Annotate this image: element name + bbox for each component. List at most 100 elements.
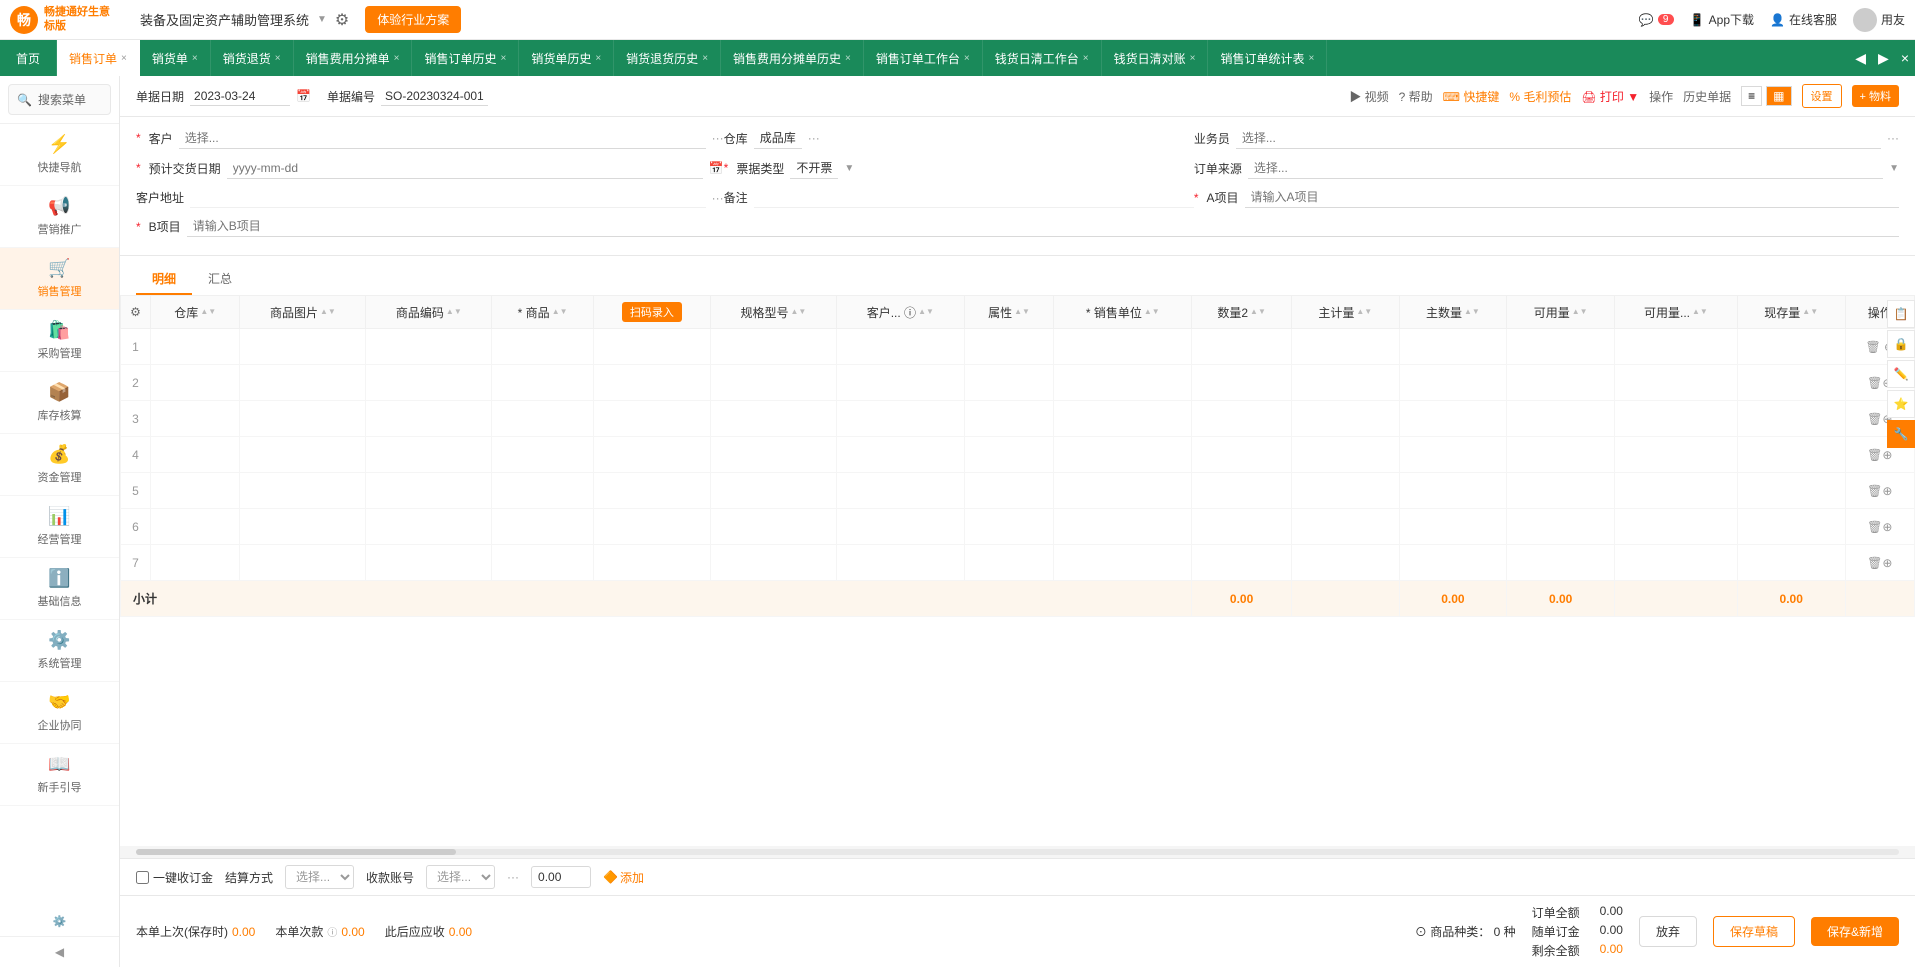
tab-sales-goods[interactable]: 销货单 × <box>140 40 211 76</box>
scan-input-btn[interactable]: 扫码录入 <box>622 302 682 322</box>
warehouse-more-icon[interactable]: ··· <box>808 131 820 145</box>
row-product-code[interactable] <box>366 329 492 365</box>
quick-collect-check[interactable] <box>136 871 149 884</box>
copy-row-icon[interactable]: ⊕ <box>1882 484 1892 498</box>
account-more-icon[interactable]: ··· <box>507 870 519 884</box>
copy-row-icon[interactable]: ⊕ <box>1882 520 1892 534</box>
sidebar-item-enterprise[interactable]: 🤝 企业协同 <box>0 682 119 744</box>
sidebar-item-system[interactable]: ⚙️ 系统管理 <box>0 620 119 682</box>
delivery-calendar-icon[interactable]: 📅 <box>709 161 724 175</box>
warehouse-value[interactable]: 成品库 <box>754 127 802 149</box>
delete-row-icon[interactable]: 🗑 <box>1867 556 1882 570</box>
save-new-btn[interactable]: 保存&新增 <box>1811 917 1899 946</box>
current-info-icon[interactable]: ⓘ <box>327 924 337 939</box>
tab-order-stats[interactable]: 销售订单统计表 × <box>1208 40 1327 76</box>
history-action[interactable]: 历史单据 <box>1683 88 1731 105</box>
video-action[interactable]: ▶ 视频 <box>1349 88 1388 105</box>
order-source-input[interactable] <box>1248 158 1883 179</box>
float-lock-btn[interactable]: 🔒 <box>1887 330 1915 358</box>
layout-list-icon[interactable]: ≡ <box>1741 86 1762 106</box>
delete-row-icon[interactable]: 🗑 <box>1867 448 1882 462</box>
row-available[interactable] <box>1507 329 1615 365</box>
sidebar-item-quick-nav[interactable]: ⚡ 快捷导航 <box>0 124 119 186</box>
sidebar-item-marketing[interactable]: 📢 营销推广 <box>0 186 119 248</box>
date-value[interactable]: 2023-03-24 <box>190 87 290 106</box>
horizontal-scrollbar[interactable] <box>120 846 1915 858</box>
sidebar-item-operations[interactable]: 📊 经营管理 <box>0 496 119 558</box>
delete-row-icon[interactable]: 🗑 <box>1867 412 1882 426</box>
ops-action[interactable]: 操作 <box>1649 88 1673 105</box>
add-btn[interactable]: 🔶 添加 <box>603 869 644 886</box>
tab-close-icon[interactable]: × <box>394 53 400 64</box>
order-source-dropdown-icon[interactable]: ▼ <box>1889 163 1899 174</box>
help-action[interactable]: ? 帮助 <box>1399 88 1433 105</box>
sidebar-settings-btn[interactable]: ⚙️ <box>0 907 119 936</box>
float-edit-btn[interactable]: ✏️ <box>1887 360 1915 388</box>
tab-close-icon[interactable]: × <box>500 53 506 64</box>
industry-btn[interactable]: 体验行业方案 <box>365 6 461 33</box>
tab-sales-order[interactable]: 销售订单 × <box>57 40 140 76</box>
row-attr[interactable] <box>964 329 1053 365</box>
row-spec[interactable] <box>710 329 836 365</box>
float-tool-btn[interactable]: 🔧 <box>1887 420 1915 448</box>
tab-order-workbench[interactable]: 销售订单工作台 × <box>864 40 983 76</box>
row-customer-code[interactable] <box>836 329 964 365</box>
row-main-qty[interactable] <box>1399 329 1507 365</box>
discard-btn[interactable]: 放弃 <box>1639 916 1697 947</box>
payment-select[interactable]: 选择... <box>285 865 354 889</box>
account-select[interactable]: 选择... <box>426 865 495 889</box>
tab-detail[interactable]: 明细 <box>136 264 192 295</box>
shortcut-action[interactable]: ⌨ 快捷键 <box>1443 88 1500 105</box>
tab-close-icon[interactable]: × <box>595 53 601 64</box>
quick-collect-checkbox[interactable]: 一键收订金 <box>136 869 213 886</box>
row-stock[interactable] <box>1737 329 1845 365</box>
layout-grid-icon[interactable]: ▦ <box>1766 86 1791 106</box>
sidebar-item-basic-info[interactable]: ℹ️ 基础信息 <box>0 558 119 620</box>
nav-close-all[interactable]: × <box>1895 50 1915 66</box>
row-sales-unit[interactable] <box>1054 329 1192 365</box>
tab-close-icon[interactable]: × <box>1308 53 1314 64</box>
notification-area[interactable]: 💬 9 <box>1639 13 1674 27</box>
tab-return-history[interactable]: 销货退货历史 × <box>614 40 721 76</box>
tab-close-icon[interactable]: × <box>121 53 127 64</box>
invoice-dropdown-icon[interactable]: ▼ <box>844 163 854 174</box>
tab-close-icon[interactable]: × <box>845 53 851 64</box>
delete-row-icon[interactable]: 🗑 <box>1867 376 1882 390</box>
docnum-value[interactable]: SO-20230324-001 <box>381 87 488 106</box>
row-main-unit[interactable] <box>1291 329 1399 365</box>
tab-daily-reconcile[interactable]: 钱货日清对账 × <box>1102 40 1209 76</box>
app-download[interactable]: 📱 App下载 <box>1690 11 1754 28</box>
tab-goods-history[interactable]: 销货单历史 × <box>519 40 614 76</box>
row-product[interactable] <box>492 329 594 365</box>
user-area[interactable]: 用友 <box>1853 8 1905 32</box>
calendar-icon[interactable]: 📅 <box>296 89 311 103</box>
a-project-input[interactable] <box>1245 187 1900 208</box>
online-service[interactable]: 👤 在线客服 <box>1770 11 1837 28</box>
tab-close-icon[interactable]: × <box>1083 53 1089 64</box>
row-warehouse[interactable] <box>151 329 240 365</box>
tab-home[interactable]: 首页 <box>0 40 57 76</box>
save-draft-btn[interactable]: 保存草稿 <box>1713 916 1795 947</box>
tab-close-icon[interactable]: × <box>1190 53 1196 64</box>
delete-row-icon[interactable]: 🗑 <box>1865 340 1880 354</box>
sidebar-item-purchase[interactable]: 🛍️ 采购管理 <box>0 310 119 372</box>
float-star-btn[interactable]: ⭐ <box>1887 390 1915 418</box>
sidebar-item-finance[interactable]: 💰 资金管理 <box>0 434 119 496</box>
delivery-input[interactable] <box>227 158 703 179</box>
salesperson-input[interactable] <box>1236 128 1881 149</box>
settings-btn[interactable]: 设置 <box>1802 84 1842 108</box>
copy-row-icon[interactable]: ⊕ <box>1882 556 1892 570</box>
delete-row-icon[interactable]: 🗑 <box>1867 520 1882 534</box>
row-qty2[interactable] <box>1192 329 1292 365</box>
float-clipboard-btn[interactable]: 📋 <box>1887 300 1915 328</box>
tab-sales-return[interactable]: 销货退货 × <box>211 40 294 76</box>
copy-row-icon[interactable]: ⊕ <box>1882 448 1892 462</box>
customer-more-icon[interactable]: ··· <box>712 131 724 145</box>
delete-row-icon[interactable]: 🗑 <box>1867 484 1882 498</box>
tab-close-icon[interactable]: × <box>275 53 281 64</box>
scroll-thumb[interactable] <box>136 849 456 855</box>
print-action[interactable]: 🖨 打印 ▼ <box>1581 88 1639 105</box>
system-dropdown-icon[interactable]: ▼ <box>317 14 327 25</box>
add-material-btn[interactable]: + 物料 <box>1852 85 1899 107</box>
sidebar-item-inventory[interactable]: 📦 库存核算 <box>0 372 119 434</box>
